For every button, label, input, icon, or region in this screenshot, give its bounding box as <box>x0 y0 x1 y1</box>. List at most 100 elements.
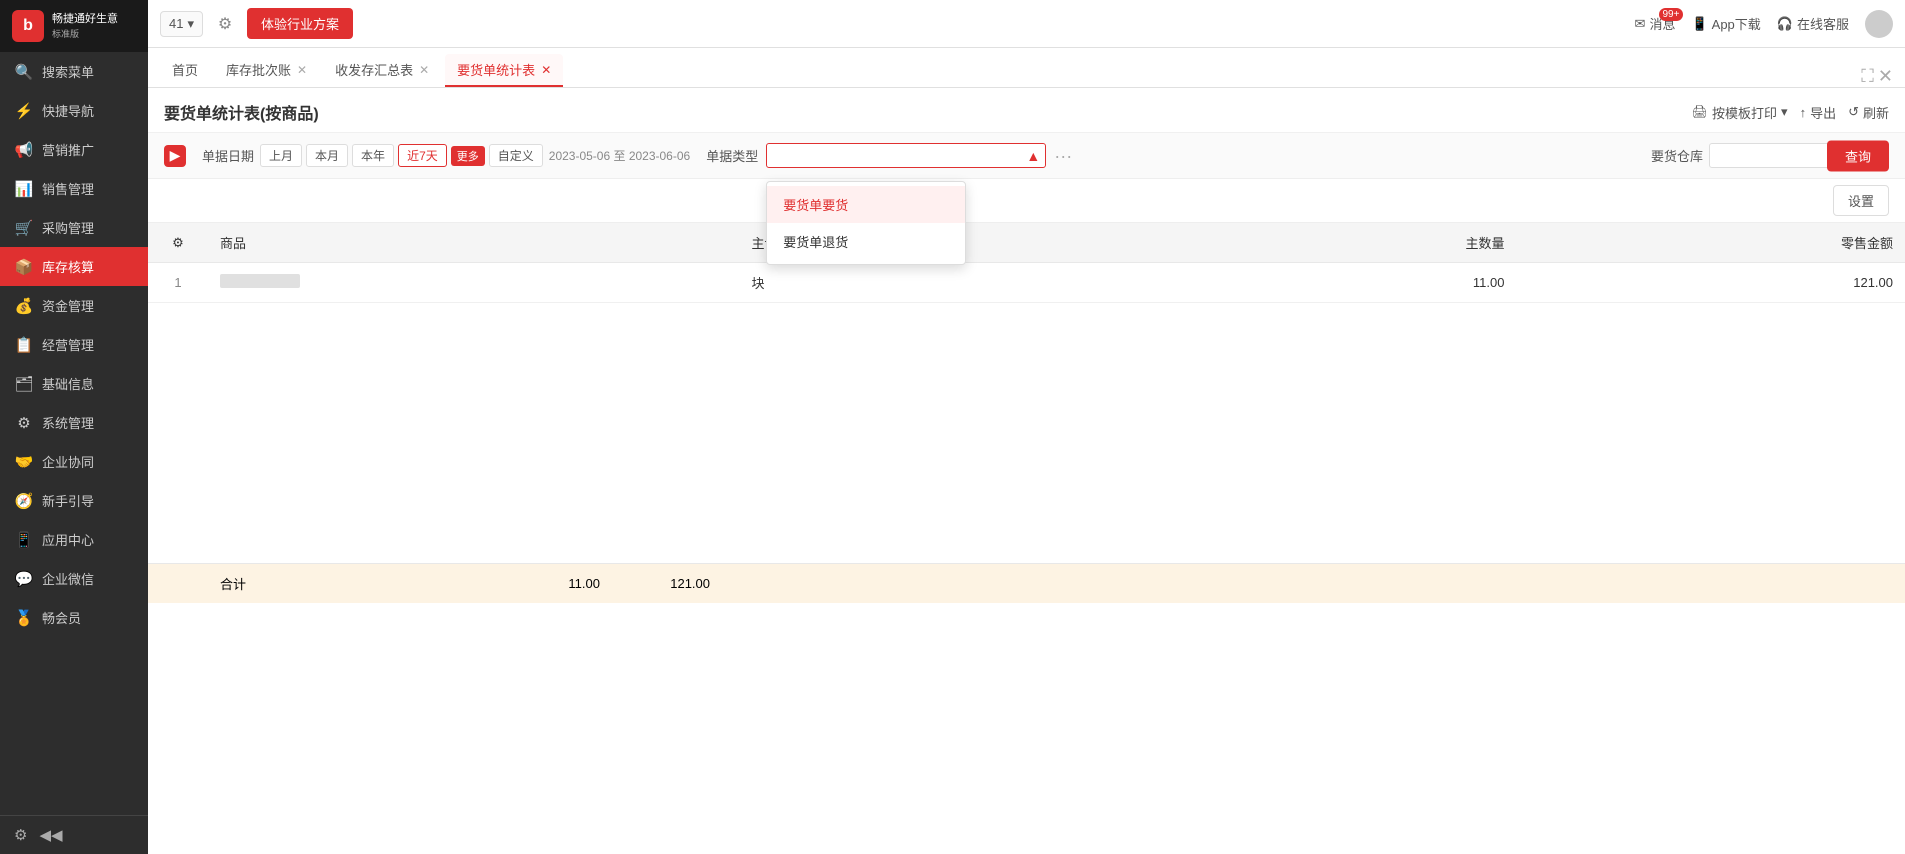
online-service-icon: 🎧 <box>1777 16 1793 32</box>
system-icon: ⚙ <box>14 414 34 432</box>
col-amount: 零售金额 <box>1516 223 1905 263</box>
topbar-settings-button[interactable]: ⚙ <box>211 10 239 38</box>
refresh-label: 刷新 <box>1863 103 1889 122</box>
tab-receive-summary-close[interactable]: ✕ <box>419 63 429 77</box>
tab-order-stats-close[interactable]: ✕ <box>541 63 551 77</box>
sidebar-item-guide[interactable]: 🧭 新手引导 <box>0 481 148 520</box>
sidebar-item-appstore-label: 应用中心 <box>42 530 94 549</box>
dropdown-option-order-delivery[interactable]: 要货单要货 <box>767 186 965 223</box>
marketing-icon: 📢 <box>14 141 34 159</box>
message-icon: ✉ <box>1635 16 1646 32</box>
sidebar-item-finance-label: 资金管理 <box>42 296 94 315</box>
date-this-month-btn[interactable]: 本月 <box>306 144 348 167</box>
filter-expand-button[interactable]: ▶ <box>164 145 186 167</box>
sidebar-item-member-label: 畅会员 <box>42 608 81 627</box>
table-area: ⚙ 商品 主计量单位 主数量 零售金额 1 块 11.00 121.00 <box>148 223 1905 303</box>
sidebar-item-sales-label: 销售管理 <box>42 179 94 198</box>
row-product <box>208 263 740 303</box>
sidebar-item-inventory[interactable]: 📦 库存核算 <box>0 247 148 286</box>
trial-industry-button[interactable]: 体验行业方案 <box>247 8 353 39</box>
type-filter-group: 单据类型 ▲ 要货单要货 要货单退货 ··· <box>706 143 1072 168</box>
filter-more-options[interactable]: ··· <box>1054 147 1072 165</box>
sidebar-item-finance[interactable]: 💰 资金管理 <box>0 286 148 325</box>
type-dropdown-menu: 要货单要货 要货单退货 <box>766 181 966 265</box>
query-button[interactable]: 查询 <box>1827 140 1889 171</box>
sidebar-logo: b 畅捷通好生意 标准版 <box>0 0 148 52</box>
wechat-icon: 💬 <box>14 570 34 588</box>
online-service-label: 在线客服 <box>1797 14 1849 33</box>
dropdown-option-order-return[interactable]: 要货单退货 <box>767 223 965 260</box>
sidebar-item-operations[interactable]: 📋 经营管理 <box>0 325 148 364</box>
sidebar-item-system[interactable]: ⚙ 系统管理 <box>0 403 148 442</box>
print-icon: 🖨 <box>1692 104 1709 120</box>
sidebar-item-member[interactable]: 🏅 畅会员 <box>0 598 148 637</box>
sidebar-item-purchase-label: 采购管理 <box>42 218 94 237</box>
table-footer: 合计 11.00 121.00 <box>148 563 1905 603</box>
date-quick-buttons: 上月 本月 本年 近7天 更多 自定义 <box>260 144 543 167</box>
topbar-left: 41 ▾ ⚙ 体验行业方案 <box>160 8 1625 39</box>
collapse-sidebar-icon[interactable]: ◀◀ <box>39 826 62 844</box>
messages-button[interactable]: ✉ 消息 99+ <box>1635 14 1676 33</box>
sidebar-item-search-label: 搜索菜单 <box>42 62 94 81</box>
warehouse-filter-label: 要货仓库 <box>1651 146 1703 165</box>
user-avatar[interactable] <box>1865 10 1893 38</box>
sidebar-item-enterprise[interactable]: 🤝 企业协同 <box>0 442 148 481</box>
sidebar-item-wechat[interactable]: 💬 企业微信 <box>0 559 148 598</box>
tab-order-stats-label: 要货单统计表 <box>457 60 535 79</box>
type-filter-input[interactable] <box>766 143 1046 168</box>
sidebar-item-operations-label: 经营管理 <box>42 335 94 354</box>
sidebar-item-sales[interactable]: 📊 销售管理 <box>0 169 148 208</box>
table-empty-space <box>148 303 1905 563</box>
main-area: 41 ▾ ⚙ 体验行业方案 ✉ 消息 99+ 📱 App下载 🎧 在线客服 <box>148 0 1905 854</box>
date-filter-label: 单据日期 <box>202 146 254 165</box>
sidebar-item-search[interactable]: 🔍 搜索菜单 <box>0 52 148 91</box>
appstore-icon: 📱 <box>14 531 34 549</box>
row-qty: 11.00 <box>1194 263 1516 303</box>
export-button[interactable]: ↑ 导出 <box>1800 103 1837 122</box>
date-range-text: 2023-05-06 至 2023-06-06 <box>549 147 690 164</box>
filter-bar: ▶ 单据日期 上月 本月 本年 近7天 更多 自定义 2023-05-06 至 … <box>148 133 1905 179</box>
purchase-icon: 🛒 <box>14 219 34 237</box>
footer-label: 合计 <box>220 574 420 593</box>
app-download-button[interactable]: 📱 App下载 <box>1691 14 1760 33</box>
type-dropdown-arrow[interactable]: ▲ <box>1026 148 1040 164</box>
sidebar-item-shortcut[interactable]: ⚡ 快捷导航 <box>0 91 148 130</box>
footer-qty: 11.00 <box>520 576 600 591</box>
date-custom-btn[interactable]: 自定义 <box>489 144 543 167</box>
footer-amount: 121.00 <box>630 576 710 591</box>
tab-home[interactable]: 首页 <box>160 54 210 87</box>
col-product: 商品 <box>208 223 740 263</box>
settings-bottom-icon[interactable]: ⚙ <box>14 826 27 844</box>
table-body: 1 块 11.00 121.00 <box>148 263 1905 303</box>
online-service-button[interactable]: 🎧 在线客服 <box>1777 14 1849 33</box>
store-selector[interactable]: 41 ▾ <box>160 11 203 37</box>
date-last7days-btn[interactable]: 近7天 <box>398 144 447 167</box>
sidebar-item-shortcut-label: 快捷导航 <box>42 101 94 120</box>
date-last-month-btn[interactable]: 上月 <box>260 144 302 167</box>
tab-expand-icon: ⛶ <box>1861 66 1874 87</box>
inventory-icon: 📦 <box>14 258 34 276</box>
print-dropdown-icon: ▾ <box>1781 104 1788 120</box>
tab-inventory-batch-close[interactable]: ✕ <box>297 63 307 77</box>
data-table: ⚙ 商品 主计量单位 主数量 零售金额 1 块 11.00 121.00 <box>148 223 1905 303</box>
tab-receive-summary[interactable]: 收发存汇总表 ✕ <box>323 54 441 87</box>
finance-icon: 💰 <box>14 297 34 315</box>
type-input-wrapper: ▲ 要货单要货 要货单退货 <box>766 143 1046 168</box>
sidebar-item-marketing[interactable]: 📢 营销推广 <box>0 130 148 169</box>
table-header: ⚙ 商品 主计量单位 主数量 零售金额 <box>148 223 1905 263</box>
tab-expand-button[interactable]: ⛶ ✕ <box>1861 66 1893 87</box>
sidebar-item-purchase[interactable]: 🛒 采购管理 <box>0 208 148 247</box>
tab-inventory-batch[interactable]: 库存批次账 ✕ <box>214 54 319 87</box>
export-label: 导出 <box>1810 103 1836 122</box>
sidebar-item-basic[interactable]: 🗂 基础信息 <box>0 364 148 403</box>
sidebar-item-appstore[interactable]: 📱 应用中心 <box>0 520 148 559</box>
tab-order-stats[interactable]: 要货单统计表 ✕ <box>445 54 563 87</box>
date-more-btn[interactable]: 更多 <box>451 146 485 166</box>
refresh-button[interactable]: ↺ 刷新 <box>1848 103 1889 122</box>
setup-button[interactable]: 设置 <box>1833 185 1889 216</box>
print-template-button[interactable]: 🖨 按模板打印 ▾ <box>1692 103 1788 122</box>
date-this-year-btn[interactable]: 本年 <box>352 144 394 167</box>
setup-bar: 设置 <box>148 179 1905 223</box>
col-settings[interactable]: ⚙ <box>148 223 208 263</box>
search-nav-icon: 🔍 <box>14 63 34 81</box>
